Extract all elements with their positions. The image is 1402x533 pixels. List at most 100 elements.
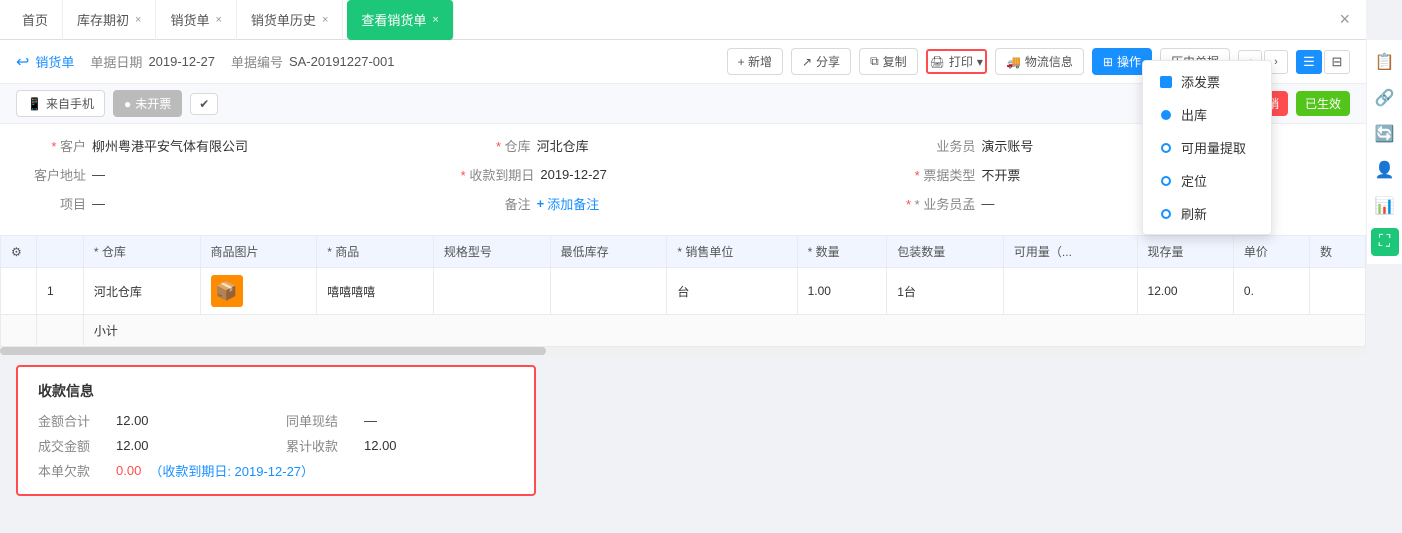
share-button[interactable]: ↗ 分享 (791, 48, 851, 75)
tab-close-view-sales-order[interactable]: × (432, 14, 438, 26)
cell-quantity: 1.00 (797, 268, 887, 315)
sales-rep-label: * 业务员孟 (905, 194, 975, 213)
dropdown-available-extract[interactable]: 可用量提取 (1143, 131, 1271, 164)
transaction-amount-label: 成交金额 (38, 436, 108, 455)
tab-close-sales-order[interactable]: × (215, 14, 221, 26)
scrollbar-thumb[interactable] (0, 347, 546, 355)
employee-label: 业务员 (905, 136, 975, 155)
tab-sales-history[interactable]: 销货单历史 × (237, 0, 343, 40)
effective-badge: 已生效 (1296, 91, 1350, 116)
dropdown-add-invoice[interactable]: 添发票 (1143, 65, 1271, 98)
cell-product-img: 📦 (200, 268, 317, 315)
col-pack-qty: 包装数量 (887, 236, 1004, 268)
product-table: ⚙ * 仓库 商品图片 * 商品 规格型号 最低库存 * 销售单位 * 数量 包… (0, 235, 1366, 347)
total-amount-row: 金额合计 12.00 (38, 411, 266, 430)
sidebar-icon-refresh[interactable]: 🔄 (1371, 120, 1399, 148)
cell-available (1003, 268, 1137, 315)
warehouse-label: 仓库 (461, 136, 531, 155)
not-open-ticket-button[interactable]: ● 未开票 (113, 90, 182, 117)
cell-unit-price: 0. (1233, 268, 1309, 315)
document-type-label: 销货单 (35, 52, 74, 71)
sidebar-icon-user[interactable]: 👤 (1371, 156, 1399, 184)
cell-extra (1310, 268, 1366, 315)
tab-home[interactable]: 首页 (8, 0, 63, 40)
cell-stock: 12.00 (1137, 268, 1233, 315)
view-toggle: ☰ ⊟ (1296, 50, 1350, 74)
cumulative-label: 累计收款 (286, 436, 356, 455)
transaction-amount-row: 成交金额 12.00 (38, 436, 266, 455)
document-num-meta: 单据编号 SA-20191227-001 (231, 52, 395, 71)
same-order-row: 同单现结 — (286, 411, 514, 430)
subtotal-row: 小计 (1, 315, 1366, 347)
col-quantity: * 数量 (797, 236, 887, 268)
tab-close-inventory-init[interactable]: × (135, 14, 141, 26)
customer-value: 柳州粤港平安气体有限公司 (92, 136, 248, 155)
new-button[interactable]: + 新增 (727, 48, 783, 75)
add-invoice-icon (1159, 75, 1173, 89)
date-label: 单据日期 (90, 52, 142, 71)
from-mobile-button[interactable]: 📱 来自手机 (16, 90, 105, 117)
current-due-label: 本单欠款 (38, 461, 108, 480)
tab-inventory-init[interactable]: 库存期初 × (63, 0, 156, 40)
payment-section: 收款信息 金额合计 12.00 同单现结 — 成交金额 12.00 累计收款 1… (16, 365, 536, 496)
col-unit-price: 单价 (1233, 236, 1309, 268)
logistics-button[interactable]: 🚚 物流信息 (995, 48, 1084, 75)
cumulative-value: 12.00 (364, 438, 397, 453)
sidebar-icon-link[interactable]: 🔗 (1371, 84, 1399, 112)
cell-pack-qty: 1台 (887, 268, 1004, 315)
date-value: 2019-12-27 (148, 54, 215, 69)
col-no (37, 236, 84, 268)
payment-title: 收款信息 (38, 381, 514, 401)
payment-date-label: 收款到期日 (461, 165, 535, 184)
print-dropdown-icon: ▾ (977, 55, 983, 69)
col-warehouse: * 仓库 (83, 236, 200, 268)
tab-view-sales-order[interactable]: 查看销货单 × (347, 0, 453, 40)
out-warehouse-icon (1159, 108, 1173, 122)
sidebar-icon-data[interactable]: 📊 (1371, 192, 1399, 220)
address-value: — (92, 167, 105, 182)
payment-date-value: 2019-12-27 (540, 167, 607, 182)
mobile-icon: 📱 (27, 97, 42, 111)
grid-view-button[interactable]: ⊟ (1324, 50, 1350, 74)
total-amount-label: 金额合计 (38, 411, 108, 430)
dropdown-refresh[interactable]: 刷新 (1143, 197, 1271, 230)
tab-sales-order[interactable]: 销货单 × (156, 0, 236, 40)
list-view-button[interactable]: ☰ (1296, 50, 1322, 74)
copy-button[interactable]: ⧉ 复制 (859, 48, 918, 75)
sales-rep-field: * 业务员孟 — (905, 194, 1350, 213)
truck-icon: 🚚 (1006, 55, 1021, 69)
locate-icon (1159, 174, 1173, 188)
cell-sku (433, 268, 550, 315)
subtotal-empty-1 (1, 315, 37, 347)
refresh-label: 刷新 (1181, 204, 1207, 223)
cell-settings (1, 268, 37, 315)
same-order-value: — (364, 413, 377, 428)
customer-label: 客户 (16, 136, 86, 155)
num-value: SA-20191227-001 (289, 54, 395, 69)
horizontal-scrollbar[interactable] (0, 347, 1366, 355)
col-settings[interactable]: ⚙ (1, 236, 37, 268)
customer-field: 客户 柳州粤港平安气体有限公司 (16, 136, 461, 155)
operation-grid-icon: ⊞ (1103, 55, 1113, 69)
col-sales-unit: * 销售单位 (667, 236, 797, 268)
dropdown-locate[interactable]: 定位 (1143, 164, 1271, 197)
sidebar-icon-doc[interactable]: 📋 (1371, 48, 1399, 76)
add-note-button[interactable]: 添加备注 (537, 194, 600, 213)
payment-date-field: 收款到期日 2019-12-27 (461, 165, 906, 184)
dropdown-out-warehouse[interactable]: 出库 (1143, 98, 1271, 131)
ticket-type-value: 不开票 (981, 165, 1020, 184)
add-invoice-label: 添发票 (1181, 72, 1220, 91)
tab-bar: 首页 库存期初 × 销货单 × 销货单历史 × 查看销货单 × × (0, 0, 1366, 40)
right-sidebar: 📋 🔗 🔄 👤 📊 ⛶ (1366, 40, 1402, 264)
check-icon-button[interactable]: ✔ (190, 93, 218, 115)
window-close-button[interactable]: × (1331, 9, 1358, 30)
ticket-type-field: 票据类型 不开票 (905, 165, 1350, 184)
ticket-type-label: 票据类型 (905, 165, 975, 184)
current-due-value: 0.00 (116, 463, 141, 478)
total-amount-value: 12.00 (116, 413, 149, 428)
subtotal-label: 小计 (83, 315, 1365, 347)
print-button[interactable]: 🖨 打印 ▾ (926, 49, 987, 74)
sidebar-icon-expand[interactable]: ⛶ (1371, 228, 1399, 256)
cell-min-stock (550, 268, 667, 315)
tab-close-sales-history[interactable]: × (322, 14, 328, 26)
